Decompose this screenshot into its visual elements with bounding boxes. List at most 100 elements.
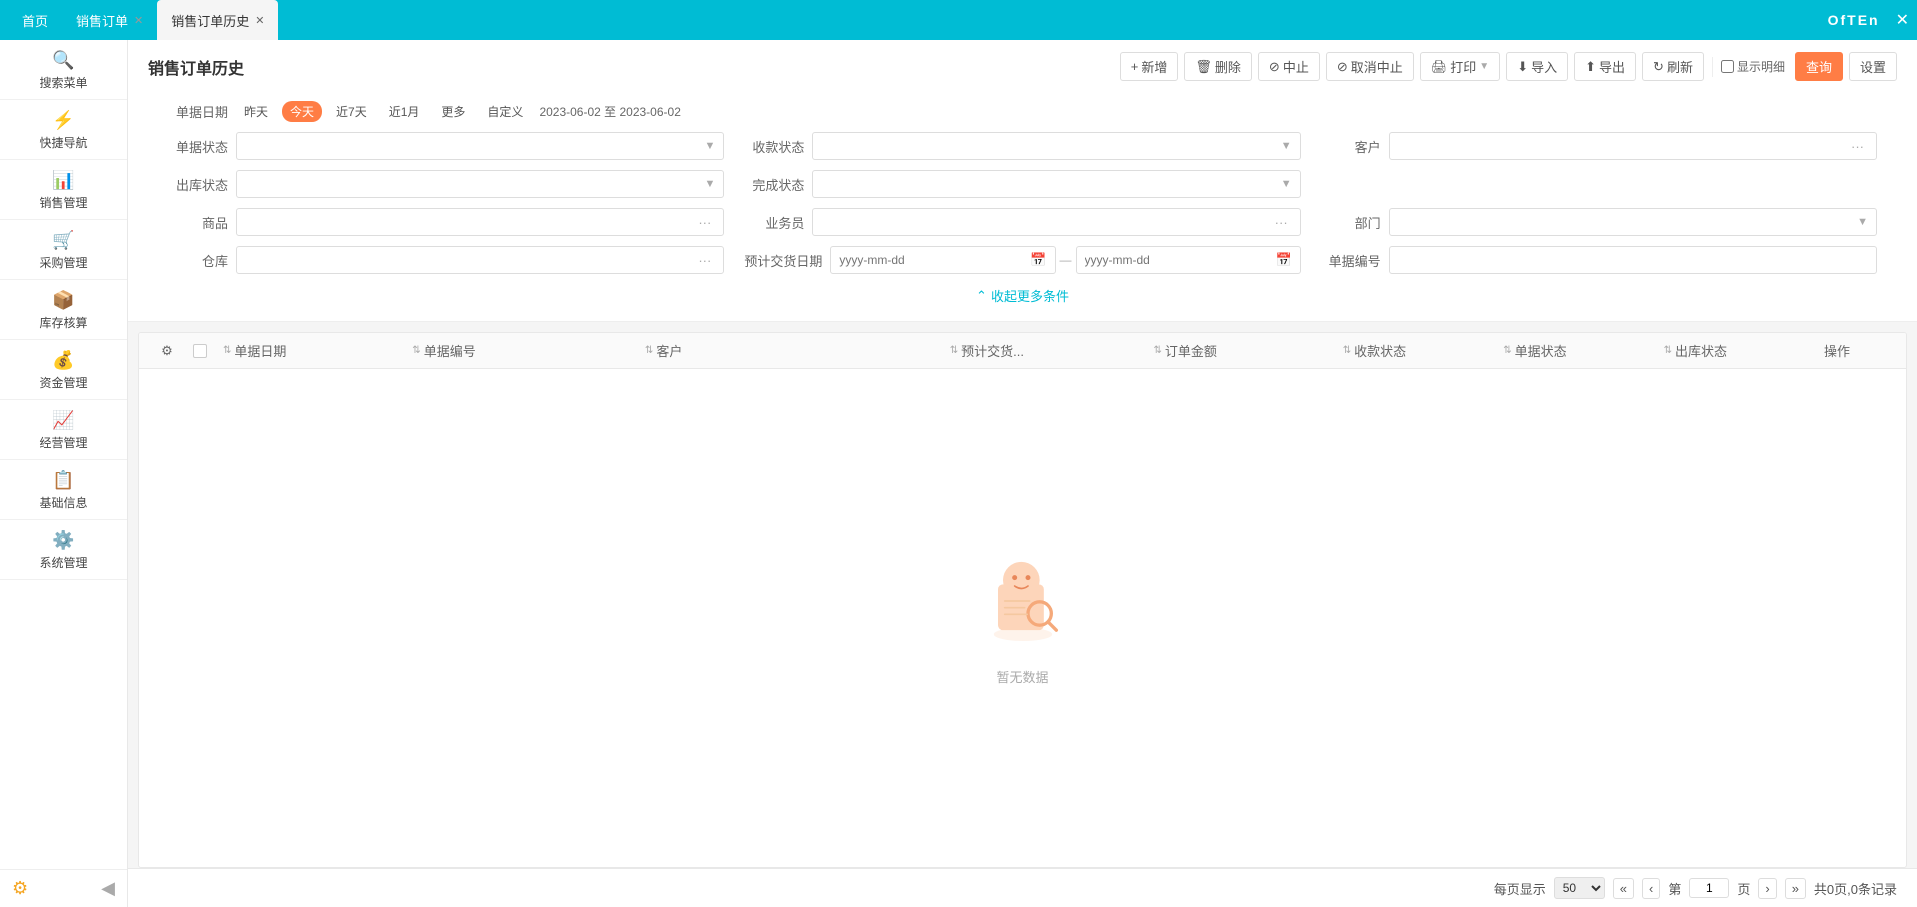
table-area: ⚙ ⇅ 单据日期 ⇅ 单据编号 ⇅ 客户 ⇅ [138,332,1907,868]
delete-button[interactable]: 🗑 删除 [1184,52,1252,81]
per-page-select[interactable]: 10 20 50 100 [1554,877,1605,899]
filter-expected-end-input[interactable] [1085,253,1272,267]
filter-expected-start-input[interactable] [839,253,1026,267]
th-doc-status[interactable]: ⇅ 单据状态 [1495,341,1655,360]
display-detail-checkbox[interactable] [1721,60,1734,73]
sidebar-item-finance[interactable]: 💰 资金管理 [0,340,127,400]
filter-product-input-wrap[interactable]: ··· [236,208,724,236]
sidebar-item-quick-nav[interactable]: ⚡ 快捷导航 [0,100,127,160]
filter-dept-dropdown[interactable]: ▼ [1389,208,1877,236]
export-button[interactable]: ⬆ 导出 [1574,52,1636,81]
product-more-icon[interactable]: ··· [694,215,715,230]
sidebar-item-quick-nav-label: 快捷导航 [39,134,87,151]
sidebar: 🔍 搜索菜单 ⚡ 快捷导航 📊 销售管理 🛒 采购管理 📦 库存核算 💰 资金管… [0,40,128,907]
th-delivery[interactable]: ⇅ 预计交货... [942,341,1146,360]
filter-warehouse-input-wrap[interactable]: ··· [236,246,724,274]
th-gear[interactable]: ⚙ [149,343,185,359]
th-check[interactable] [185,344,215,358]
tab-sales-order-history[interactable]: 销售订单历史 ✕ [157,0,278,40]
window-close-icon[interactable]: ✕ [1896,10,1909,30]
filter-product-input[interactable] [245,215,690,229]
calendar-start-icon[interactable]: 📅 [1030,252,1046,268]
select-all-checkbox[interactable] [193,344,207,358]
display-detail-checkbox-wrap[interactable]: 显示明细 [1721,58,1789,75]
add-button[interactable]: + 新增 [1120,52,1179,81]
collapse-row[interactable]: ⌃ 收起更多条件 [168,284,1877,311]
sidebar-item-basic-info[interactable]: 📋 基础信息 [0,460,127,520]
sidebar-item-system-mgmt[interactable]: ⚙️ 系统管理 [0,520,127,580]
import-button[interactable]: ⬇ 导入 [1506,52,1568,81]
date-opt-yesterday[interactable]: 昨天 [236,101,276,122]
sidebar-item-sales-mgmt[interactable]: 📊 销售管理 [0,160,127,220]
sort-delivery-icon: ⇅ [950,345,958,356]
gear-column-icon[interactable]: ⚙ [161,343,173,359]
filter-complete-status-dropdown[interactable]: ▼ [812,170,1300,198]
delete-icon: 🗑 [1195,59,1212,75]
tab-home[interactable]: 首页 [8,0,62,40]
sidebar-item-business-mgmt-label: 经营管理 [39,434,87,451]
date-opt-7days[interactable]: 近7天 [328,101,375,122]
th-amount[interactable]: ⇅ 订单金额 [1145,341,1334,360]
sales-staff-more-icon[interactable]: ··· [1271,215,1292,230]
cancel-stop-label: 取消中止 [1351,57,1403,76]
filter-sales-staff-input[interactable] [821,215,1266,229]
inventory-icon: 📦 [52,290,74,311]
cancel-stop-button[interactable]: ⊘ 取消中止 [1326,52,1414,81]
cancel-stop-icon: ⊘ [1337,59,1348,75]
date-opt-1month[interactable]: 近1月 [381,101,428,122]
tab-sales-order-history-close[interactable]: ✕ [255,14,264,27]
filter-expected-end-wrap[interactable]: 📅 [1076,246,1301,274]
sidebar-item-search-menu[interactable]: 🔍 搜索菜单 [0,40,127,100]
purchase-mgmt-icon: 🛒 [52,230,74,251]
date-opt-custom[interactable]: 自定义 [479,101,531,122]
first-page-button[interactable]: « [1613,878,1634,899]
date-opt-more[interactable]: 更多 [433,101,473,122]
tab-sales-order[interactable]: 销售订单 ✕ [62,0,157,40]
th-out-status[interactable]: ⇅ 出库状态 [1656,341,1816,360]
th-receipt[interactable]: ⇅ 收款状态 [1335,341,1495,360]
filter-doc-num-input[interactable] [1398,253,1868,267]
refresh-button[interactable]: ↻ 刷新 [1642,52,1704,81]
tab-sales-order-close[interactable]: ✕ [134,14,143,27]
sidebar-item-inventory-label: 库存核算 [39,314,87,331]
sidebar-collapse-icon[interactable]: ◀ [101,878,115,899]
customer-more-icon[interactable]: ··· [1847,139,1868,154]
th-num[interactable]: ⇅ 单据编号 [404,341,637,360]
filter-sales-staff-input-wrap[interactable]: ··· [812,208,1300,236]
filter-receipt-status-dropdown[interactable]: ▼ [812,132,1300,160]
sidebar-item-business-mgmt[interactable]: 📈 经营管理 [0,400,127,460]
stop-button[interactable]: ⊘ 中止 [1258,52,1320,81]
next-page-button[interactable]: › [1758,878,1776,899]
warehouse-more-icon[interactable]: ··· [694,253,715,268]
filter-doc-status-dropdown[interactable]: ▼ [236,132,724,160]
page-number-input[interactable] [1689,878,1729,898]
search-menu-icon: 🔍 [52,50,74,71]
filter-warehouse-input[interactable] [245,253,690,267]
print-button[interactable]: 🖨 打印 ▼ [1420,52,1500,81]
sidebar-item-purchase-mgmt[interactable]: 🛒 采购管理 [0,220,127,280]
th-date[interactable]: ⇅ 单据日期 [215,341,404,360]
filter-customer-input[interactable] [1398,139,1843,153]
filter-out-status-dropdown[interactable]: ▼ [236,170,724,198]
chevron-up-icon: ⌃ [976,288,987,304]
th-customer[interactable]: ⇅ 客户 [637,341,942,360]
date-opt-today[interactable]: 今天 [282,101,322,122]
th-date-label: 单据日期 [234,341,286,360]
page-title-row: 销售订单历史 + 新增 🗑 删除 ⊘ 中止 ⊘ [148,52,1897,91]
filter-customer: 客户 ··· [1321,132,1877,160]
sidebar-item-search-menu-label: 搜索菜单 [39,74,87,91]
sidebar-settings-icon[interactable]: ⚙ [12,878,28,899]
filter-customer-input-wrap[interactable]: ··· [1389,132,1877,160]
sidebar-item-inventory[interactable]: 📦 库存核算 [0,280,127,340]
calendar-end-icon[interactable]: 📅 [1275,252,1291,268]
filter-doc-status-label: 单据状态 [168,137,228,156]
filter-expected-start-wrap[interactable]: 📅 [830,246,1055,274]
query-button[interactable]: 查询 [1795,52,1843,81]
settings-button[interactable]: 设置 [1849,52,1897,81]
last-page-button[interactable]: » [1785,878,1806,899]
sales-mgmt-icon: 📊 [52,170,74,191]
prev-page-button[interactable]: ‹ [1642,878,1660,899]
filter-doc-num-input-wrap[interactable] [1389,246,1877,274]
filter-expected-date: 预计交货日期 📅 — 📅 [744,246,1300,274]
collapse-label: 收起更多条件 [991,286,1069,305]
